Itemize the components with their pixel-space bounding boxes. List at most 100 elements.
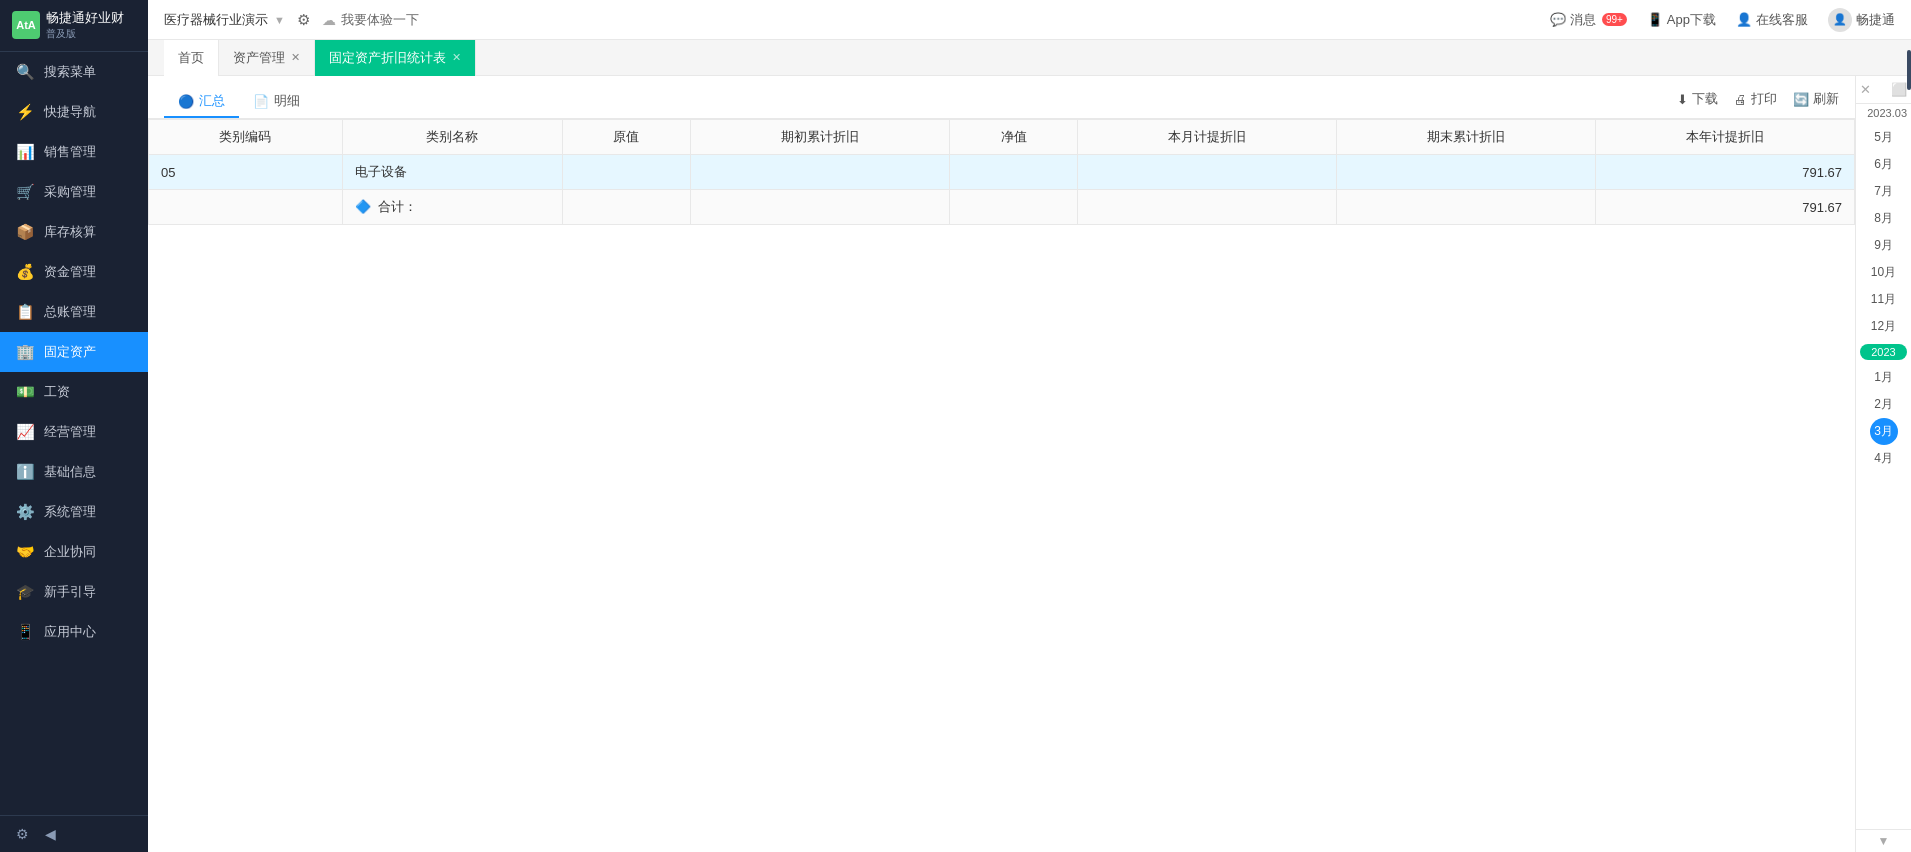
cell-original (562, 155, 690, 190)
cell-end-accum (1337, 155, 1596, 190)
topbar: 医疗器械行业演示 ▼ ⚙ ☁ 我要体验一下 💬 消息 99+ 📱 App下载 👤… (148, 0, 1911, 40)
cell-monthly-dep (1078, 155, 1337, 190)
tab-depreciation-close-icon[interactable]: ✕ (452, 51, 461, 64)
download-button[interactable]: ⬇ 下载 (1677, 90, 1718, 108)
col-end-accum: 期末累计折旧 (1337, 120, 1596, 155)
tab-home[interactable]: 首页 (164, 40, 219, 76)
tab-asset-close-icon[interactable]: ✕ (291, 51, 300, 64)
collapse-icon[interactable]: ◀ (45, 826, 56, 842)
content-area: 🔵 汇总 📄 明细 ⬇ 下载 🖨 打印 (148, 76, 1911, 852)
sidebar-item-guide[interactable]: 🎓 新手引导 (0, 572, 148, 612)
detail-icon: 📄 (253, 94, 269, 109)
month-9[interactable]: 9月 (1856, 232, 1911, 259)
sidebar-item-inventory[interactable]: 📦 库存核算 (0, 212, 148, 252)
month-5[interactable]: 5月 (1856, 124, 1911, 151)
refresh-button[interactable]: 🔄 刷新 (1793, 90, 1839, 108)
month-7[interactable]: 7月 (1856, 178, 1911, 205)
month-12[interactable]: 12月 (1856, 313, 1911, 340)
total-monthly-dep (1078, 190, 1337, 225)
download-btn-label: 下载 (1692, 90, 1718, 108)
total-label-cell: 🔷 合计： (342, 190, 562, 225)
table-container: 类别编码 类别名称 原值 期初累计折旧 净值 本月计提折旧 期末累计折旧 本年计… (148, 119, 1855, 852)
date-panel-title: 2023.03 (1856, 104, 1911, 122)
settings-bottom-icon[interactable]: ⚙ (16, 826, 29, 842)
sub-tab-detail[interactable]: 📄 明细 (239, 86, 314, 118)
message-button[interactable]: 💬 消息 99+ (1550, 11, 1627, 29)
app-download-button[interactable]: 📱 App下载 (1647, 11, 1716, 29)
sidebar-item-system[interactable]: ⚙️ 系统管理 (0, 492, 148, 532)
month-2023-1[interactable]: 1月 (1856, 364, 1911, 391)
total-cell-empty (149, 190, 343, 225)
month-2023-4[interactable]: 4月 (1856, 445, 1911, 472)
year-2023-months: 1月 2月 3月 4月 (1856, 362, 1911, 474)
scroll-down-icon[interactable]: ▼ (1878, 834, 1890, 848)
cell-annual-dep: 791.67 (1596, 155, 1855, 190)
date-panel: ✕ ⬜ 2023.03 5月 6月 7月 8月 9月 10月 11月 12月 2… (1855, 76, 1911, 852)
sidebar-item-label: 经营管理 (44, 423, 96, 441)
sidebar-item-finance[interactable]: 💰 资金管理 (0, 252, 148, 292)
tab-depreciation-table[interactable]: 固定资产折旧统计表 ✕ (315, 40, 476, 76)
company-selector[interactable]: 医疗器械行业演示 ▼ (164, 11, 285, 29)
total-initial-accum (691, 190, 950, 225)
user-menu[interactable]: 👤 畅捷通 (1828, 8, 1895, 32)
sidebar-item-label: 采购管理 (44, 183, 96, 201)
operations-icon: 📈 (16, 423, 34, 441)
month-6[interactable]: 6月 (1856, 151, 1911, 178)
inventory-icon: 📦 (16, 223, 34, 241)
sub-tab-summary[interactable]: 🔵 汇总 (164, 86, 239, 118)
logo-text: 畅捷通好业财 (46, 10, 124, 27)
print-icon: 🖨 (1734, 92, 1747, 107)
logo-icon: AtA (12, 11, 40, 39)
sidebar-item-purchase[interactable]: 🛒 采购管理 (0, 172, 148, 212)
month-11[interactable]: 11月 (1856, 286, 1911, 313)
sidebar-item-quick-nav[interactable]: ⚡ 快捷导航 (0, 92, 148, 132)
col-net-value: 净值 (949, 120, 1077, 155)
year-2023-label[interactable]: 2023 (1860, 344, 1907, 360)
print-label: 打印 (1751, 90, 1777, 108)
logo-sub: 普及版 (46, 27, 124, 41)
message-badge: 99+ (1602, 13, 1627, 26)
topbar-settings-icon[interactable]: ⚙ (297, 11, 310, 29)
sidebar-item-fixed-assets[interactable]: 🏢 固定资产 (0, 332, 148, 372)
sidebar-item-app-center[interactable]: 📱 应用中心 (0, 612, 148, 652)
total-net-value (949, 190, 1077, 225)
cell-net-value (949, 155, 1077, 190)
refresh-icon: 🔄 (1793, 92, 1809, 107)
date-panel-expand-icon[interactable]: ⬜ (1891, 82, 1907, 97)
total-end-accum (1337, 190, 1596, 225)
app-download-label: App下载 (1667, 11, 1716, 29)
sales-icon: 📊 (16, 143, 34, 161)
demo-button[interactable]: ☁ 我要体验一下 (322, 11, 419, 29)
purchase-icon: 🛒 (16, 183, 34, 201)
sidebar-item-sales[interactable]: 📊 销售管理 (0, 132, 148, 172)
online-service-button[interactable]: 👤 在线客服 (1736, 11, 1808, 29)
topbar-right: 💬 消息 99+ 📱 App下载 👤 在线客服 👤 畅捷通 (1550, 8, 1895, 32)
col-original: 原值 (562, 120, 690, 155)
month-8[interactable]: 8月 (1856, 205, 1911, 232)
user-name: 畅捷通 (1856, 11, 1895, 29)
tab-depreciation-label: 固定资产折旧统计表 (329, 49, 446, 67)
sidebar-item-ledger[interactable]: 📋 总账管理 (0, 292, 148, 332)
sidebar-item-label: 资金管理 (44, 263, 96, 281)
main-area: 医疗器械行业演示 ▼ ⚙ ☁ 我要体验一下 💬 消息 99+ 📱 App下载 👤… (148, 0, 1911, 852)
sidebar-item-basic-info[interactable]: ℹ️ 基础信息 (0, 452, 148, 492)
sidebar-item-operations[interactable]: 📈 经营管理 (0, 412, 148, 452)
col-code: 类别编码 (149, 120, 343, 155)
col-annual-dep: 本年计提折旧 (1596, 120, 1855, 155)
sidebar-item-search[interactable]: 🔍 搜索菜单 (0, 52, 148, 92)
sidebar-item-enterprise[interactable]: 🤝 企业协同 (0, 532, 148, 572)
print-button[interactable]: 🖨 打印 (1734, 90, 1777, 108)
date-panel-close-icon[interactable]: ✕ (1860, 82, 1871, 97)
total-original (562, 190, 690, 225)
total-annual-dep: 791.67 (1596, 190, 1855, 225)
month-2023-3-current[interactable]: 3月 (1870, 418, 1898, 445)
month-2023-2[interactable]: 2月 (1856, 391, 1911, 418)
month-10[interactable]: 10月 (1856, 259, 1911, 286)
sidebar-item-salary[interactable]: 💵 工资 (0, 372, 148, 412)
search-icon: 🔍 (16, 63, 34, 81)
tab-asset-management[interactable]: 资产管理 ✕ (219, 40, 315, 76)
depreciation-table: 类别编码 类别名称 原值 期初累计折旧 净值 本月计提折旧 期末累计折旧 本年计… (148, 119, 1855, 225)
company-name: 医疗器械行业演示 (164, 11, 268, 29)
avatar: 👤 (1828, 8, 1852, 32)
summary-icon: 🔵 (178, 94, 194, 109)
